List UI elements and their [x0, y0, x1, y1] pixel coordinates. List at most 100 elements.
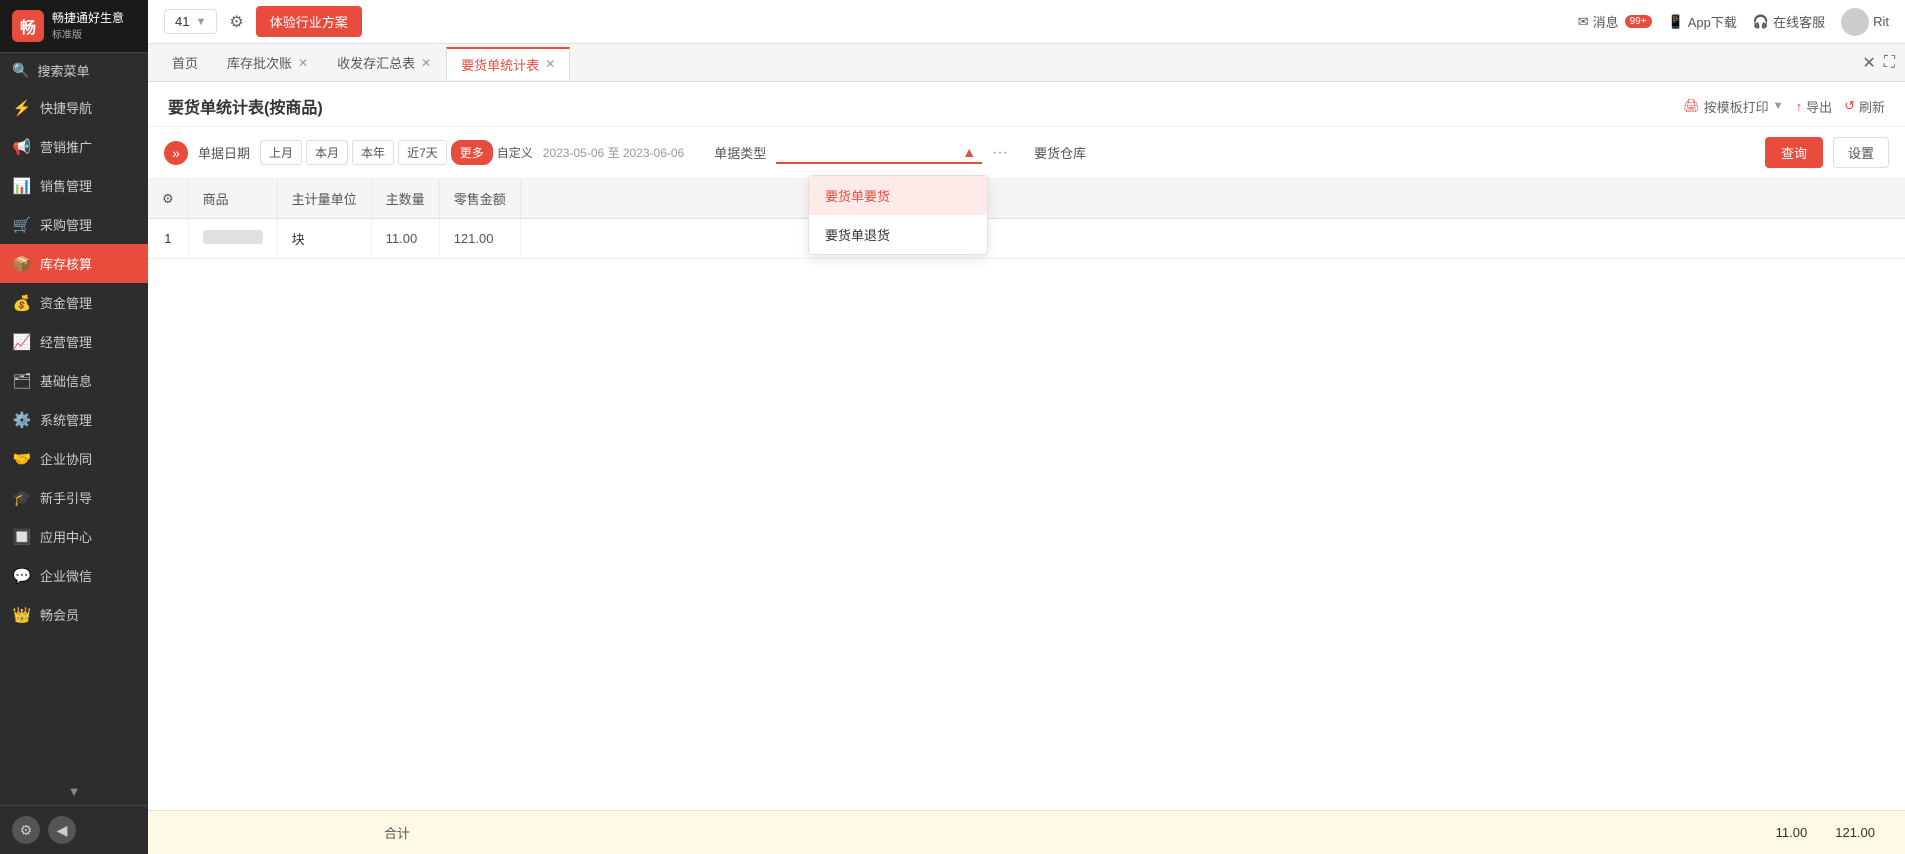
- type-dropdown-arrow[interactable]: ▲: [962, 144, 976, 160]
- sidebar-search[interactable]: 🔍 搜索菜单: [0, 53, 148, 88]
- print-dropdown-arrow: ▼: [1773, 100, 1784, 112]
- tab-close-receive-summary[interactable]: ✕: [421, 56, 431, 70]
- data-table: ⚙ 商品 主计量单位 主数量 零售金额 1 块: [148, 179, 1905, 259]
- tab-inventory-batch[interactable]: 库存批次账 ✕: [213, 47, 323, 78]
- appstore-icon: 🔲: [12, 528, 32, 546]
- app-download-btn[interactable]: 📱 App下载: [1668, 12, 1737, 31]
- trial-btn[interactable]: 体验行业方案: [256, 6, 362, 37]
- refresh-icon: ↺: [1844, 98, 1855, 114]
- finance-icon: 💰: [12, 294, 32, 312]
- dropdown-item-order-goods[interactable]: 要货单要货: [809, 176, 987, 215]
- sales-icon: 📊: [12, 177, 32, 195]
- this-year-btn[interactable]: 本年: [352, 140, 394, 165]
- date-filter-label: 单据日期: [198, 143, 250, 162]
- row-product: [188, 219, 277, 259]
- warehouse-label: 要货仓库: [1034, 143, 1086, 162]
- sidebar-item-system[interactable]: ⚙️ 系统管理: [0, 400, 148, 439]
- sidebar: 畅 畅捷通好生意 标准版 🔍 搜索菜单 ⚡ 快捷导航 📢 营销推广 📊 销售管理…: [0, 0, 148, 854]
- date-range-display: 2023-05-06 至 2023-06-06: [543, 146, 684, 160]
- custom-date-btn[interactable]: 自定义: [497, 144, 533, 161]
- type-select-input[interactable]: [782, 144, 958, 159]
- message-icon: ✉: [1578, 14, 1589, 30]
- sidebar-item-marketing[interactable]: 📢 营销推广: [0, 127, 148, 166]
- system-icon: ⚙️: [12, 411, 32, 429]
- sidebar-item-member[interactable]: 👑 畅会员: [0, 595, 148, 634]
- user-avatar[interactable]: Rit: [1841, 8, 1889, 36]
- table-footer: 合计 11.00 121.00: [148, 810, 1905, 854]
- tab-close-all-btn[interactable]: ✕: [1862, 53, 1875, 73]
- tab-close-inventory-batch[interactable]: ✕: [298, 56, 308, 70]
- sidebar-title: 畅捷通好生意: [52, 11, 124, 27]
- col-quantity: 主数量: [371, 179, 439, 219]
- company-dropdown-arrow: ▼: [195, 16, 206, 28]
- filter-more-btn[interactable]: ···: [992, 144, 1008, 162]
- sidebar-scroll-down[interactable]: ▼: [0, 778, 148, 805]
- dropdown-item-order-return[interactable]: 要货单退货: [809, 215, 987, 254]
- sidebar-item-inventory[interactable]: 📦 库存核算: [0, 244, 148, 283]
- sidebar-item-sales[interactable]: 📊 销售管理: [0, 166, 148, 205]
- col-amount: 零售金额: [439, 179, 520, 219]
- service-icon: 🎧: [1753, 14, 1769, 30]
- topbar-settings-btn[interactable]: ⚙: [229, 12, 243, 32]
- table-wrapper: ⚙ 商品 主计量单位 主数量 零售金额 1 块: [148, 179, 1905, 810]
- col-product: 商品: [188, 179, 277, 219]
- last-month-btn[interactable]: 上月: [260, 140, 302, 165]
- refresh-btn[interactable]: ↺ 刷新: [1844, 97, 1885, 116]
- print-btn[interactable]: 🖨 按模板打印 ▼: [1683, 97, 1783, 116]
- sidebar-item-appstore[interactable]: 🔲 应用中心: [0, 517, 148, 556]
- row-unit: 块: [277, 219, 371, 259]
- inventory-icon: 📦: [12, 255, 32, 273]
- filter-settings-btn[interactable]: 设置: [1833, 137, 1889, 168]
- sidebar-item-operation[interactable]: 📈 经营管理: [0, 322, 148, 361]
- mobile-icon: 📱: [1668, 14, 1684, 30]
- collapse-btn[interactable]: ◀: [48, 816, 76, 844]
- this-month-btn[interactable]: 本月: [306, 140, 348, 165]
- table-row: 1 块 11.00 121.00: [148, 219, 1905, 259]
- sidebar-item-basic[interactable]: 🗂 基础信息: [0, 361, 148, 400]
- tab-order-summary[interactable]: 要货单统计表 ✕: [446, 47, 570, 80]
- type-dropdown: 要货单要货 要货单退货: [808, 175, 988, 255]
- tab-expand-btn[interactable]: ⛶: [1884, 53, 1895, 73]
- sidebar-item-wechat[interactable]: 💬 企业微信: [0, 556, 148, 595]
- filter-expand-btn[interactable]: »: [164, 141, 188, 165]
- row-amount: 121.00: [439, 219, 520, 259]
- company-name: 41: [175, 14, 189, 29]
- sidebar-footer: ⚙ ◀: [0, 805, 148, 854]
- guide-icon: 🎓: [12, 489, 32, 507]
- online-service-btn[interactable]: 🎧 在线客服: [1753, 12, 1825, 31]
- sidebar-item-finance[interactable]: 💰 资金管理: [0, 283, 148, 322]
- col-empty: [520, 179, 1905, 219]
- col-unit: 主计量单位: [277, 179, 371, 219]
- tab-receive-summary[interactable]: 收发存汇总表 ✕: [323, 47, 446, 78]
- wechat-icon: 💬: [12, 567, 32, 585]
- filter-bar: » 单据日期 上月 本月 本年 近7天 更多 自定义 2023-05-06 至 …: [148, 127, 1905, 179]
- col-settings[interactable]: ⚙: [148, 179, 188, 219]
- row-quantity: 11.00: [371, 219, 439, 259]
- last-7-days-btn[interactable]: 近7天: [398, 140, 447, 165]
- footer-quantity: 11.00: [1762, 825, 1822, 840]
- print-icon: 🖨: [1683, 98, 1700, 114]
- sidebar-nav: ⚡ 快捷导航 📢 营销推广 📊 销售管理 🛒 采购管理 📦 库存核算 💰 资金管…: [0, 88, 148, 778]
- top-bar: 41 ▼ ⚙ 体验行业方案 ✉ 消息 99+ 📱 App下载 🎧 在线客服 R: [148, 0, 1905, 44]
- export-icon: ↑: [1796, 99, 1803, 114]
- basic-icon: 🗂: [12, 372, 32, 390]
- sidebar-item-cooperation[interactable]: 🤝 企业协同: [0, 439, 148, 478]
- settings-footer-btn[interactable]: ⚙: [12, 816, 40, 844]
- message-btn[interactable]: ✉ 消息 99+: [1578, 12, 1652, 31]
- main-area: 41 ▼ ⚙ 体验行业方案 ✉ 消息 99+ 📱 App下载 🎧 在线客服 R: [148, 0, 1905, 854]
- export-btn[interactable]: ↑ 导出: [1796, 97, 1833, 116]
- tab-home[interactable]: 首页: [158, 47, 213, 78]
- sidebar-item-quick-nav[interactable]: ⚡ 快捷导航: [0, 88, 148, 127]
- message-badge: 99+: [1625, 15, 1652, 28]
- sidebar-header: 畅 畅捷通好生意 标准版: [0, 0, 148, 53]
- more-dates-btn[interactable]: 更多: [451, 140, 493, 165]
- query-btn[interactable]: 查询: [1765, 137, 1823, 168]
- page-title: 要货单统计表(按商品): [168, 94, 323, 118]
- sidebar-subtitle: 标准版: [52, 26, 124, 41]
- sidebar-item-purchase[interactable]: 🛒 采购管理: [0, 205, 148, 244]
- footer-label: 合计: [164, 823, 410, 842]
- company-selector[interactable]: 41 ▼: [164, 9, 217, 34]
- sidebar-item-guide[interactable]: 🎓 新手引导: [0, 478, 148, 517]
- type-filter-label: 单据类型: [714, 143, 766, 162]
- tab-close-order-summary[interactable]: ✕: [545, 57, 555, 71]
